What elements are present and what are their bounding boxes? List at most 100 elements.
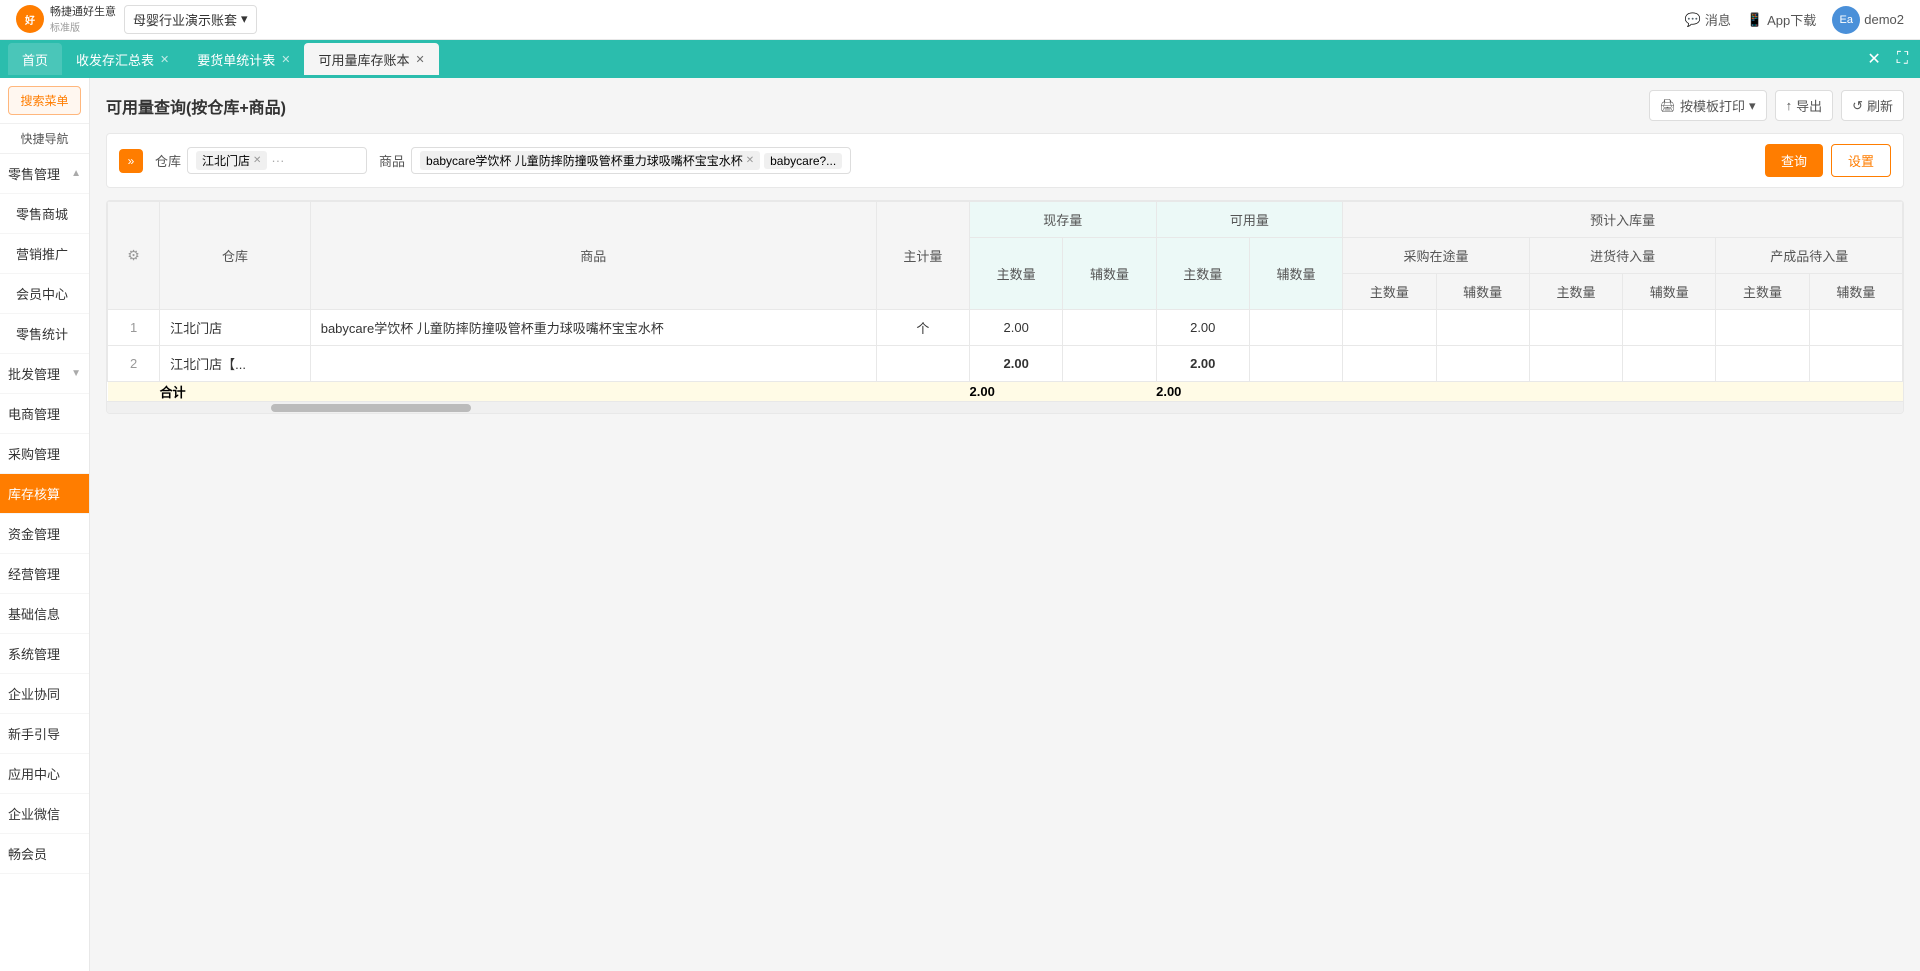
sidebar-item-system[interactable]: 系统管理 xyxy=(0,634,89,674)
top-bar: 好 畅捷通好生意 标准版 母婴行业演示账套 ▾ 💬 消息 📱 App下载 Ea … xyxy=(0,0,1920,40)
sidebar-item-retail-stats[interactable]: 零售统计 xyxy=(0,314,89,354)
row-2-current-aux xyxy=(1063,346,1156,382)
sidebar-item-inventory[interactable]: 库存核算 xyxy=(0,474,89,514)
sidebar-item-operations[interactable]: 经营管理 xyxy=(0,554,89,594)
warehouse-tag-close[interactable]: ✕ xyxy=(253,155,261,166)
sidebar-item-enterprise-label: 企业协同 xyxy=(8,684,60,703)
footer-p1 xyxy=(1343,382,1436,402)
sidebar-item-finance[interactable]: 资金管理 xyxy=(0,514,89,554)
print-label: 按模板打印 xyxy=(1680,96,1745,115)
row-2-purchase-main xyxy=(1343,346,1436,382)
warehouse-filter-input[interactable]: 江北门店 ✕ ··· xyxy=(187,147,367,174)
footer-available-main: 2.00 xyxy=(1156,382,1249,402)
app-download-btn[interactable]: 📱 App下载 xyxy=(1747,10,1816,29)
row-2-purchase-aux xyxy=(1436,346,1529,382)
th-gear[interactable]: ⚙ xyxy=(108,202,160,310)
query-btn[interactable]: 查询 xyxy=(1765,144,1823,177)
row-1-product-main xyxy=(1716,310,1809,346)
quick-nav-btn[interactable]: 快捷导航 xyxy=(0,124,89,154)
page-header: 可用量查询(按仓库+商品) 🖨 按模板打印 ▾ ↑ 导出 ↺ 刷新 xyxy=(106,90,1904,121)
row-1-incoming-main xyxy=(1529,310,1622,346)
th-product-aux: 辅数量 xyxy=(1809,274,1902,310)
sidebar-item-ecommerce[interactable]: 电商管理 xyxy=(0,394,89,434)
row-2-warehouse: 江北门店【... xyxy=(160,346,311,382)
message-btn[interactable]: 💬 消息 xyxy=(1685,10,1731,29)
row-1-product: babycare学饮杯 儿童防摔防撞吸管杯重力球吸嘴杯宝宝水杯 xyxy=(310,310,876,346)
page-actions: 🖨 按模板打印 ▾ ↑ 导出 ↺ 刷新 xyxy=(1649,90,1905,121)
tab-order-stats-label: 要货单统计表 xyxy=(197,50,275,69)
sidebar-item-member[interactable]: 会员中心 xyxy=(0,274,89,314)
account-name: 母婴行业演示账套 xyxy=(133,10,237,29)
user-area[interactable]: Ea demo2 xyxy=(1832,6,1904,34)
sidebar-item-retail[interactable]: 零售管理 ▲ xyxy=(0,154,89,194)
row-1-product-aux xyxy=(1809,310,1902,346)
warehouse-tag-value: 江北门店 xyxy=(202,152,250,169)
sidebar-item-apps[interactable]: 应用中心 xyxy=(0,754,89,794)
logo-area: 好 畅捷通好生意 标准版 xyxy=(16,5,116,34)
sidebar-item-member-label: 会员中心 xyxy=(16,284,68,303)
chevron-down-icon-print: ▾ xyxy=(1749,98,1756,114)
sidebar-item-retail-stats-label: 零售统计 xyxy=(16,324,68,343)
th-product: 商品 xyxy=(310,202,876,310)
sidebar: 搜索菜单 快捷导航 零售管理 ▲ 零售商城 营销推广 会员中心 零售统计 批发管… xyxy=(0,78,90,971)
export-btn[interactable]: ↑ 导出 xyxy=(1775,90,1834,121)
th-product-incoming: 产成品待入量 xyxy=(1716,238,1903,274)
sidebar-item-basics[interactable]: 基础信息 xyxy=(0,594,89,634)
setting-btn[interactable]: 设置 xyxy=(1831,144,1891,177)
chevron-down-icon: ▾ xyxy=(241,11,248,27)
sidebar-item-vip[interactable]: 畅会员 xyxy=(0,834,89,874)
logo-text-block: 畅捷通好生意 标准版 xyxy=(50,5,116,34)
row-1-current-main: 2.00 xyxy=(970,310,1063,346)
sidebar-item-finance-label: 资金管理 xyxy=(8,524,60,543)
th-purchase-in-transit: 采购在途量 xyxy=(1343,238,1530,274)
sidebar-item-enterprise[interactable]: 企业协同 xyxy=(0,674,89,714)
app-icon: 📱 xyxy=(1747,12,1763,28)
tab-available-stock-close[interactable]: ✕ xyxy=(416,53,425,66)
horizontal-scrollbar[interactable] xyxy=(107,401,1903,413)
tab-available-stock[interactable]: 可用量库存账本 ✕ xyxy=(304,43,438,75)
row-1-purchase-aux xyxy=(1436,310,1529,346)
row-1-available-aux xyxy=(1249,310,1342,346)
tab-order-stats-close[interactable]: ✕ xyxy=(281,53,290,66)
message-label: 消息 xyxy=(1705,10,1731,29)
sidebar-item-purchase[interactable]: 采购管理 xyxy=(0,434,89,474)
tab-income-expense-close[interactable]: ✕ xyxy=(160,53,169,66)
sidebar-item-retail-mall[interactable]: 零售商城 xyxy=(0,194,89,234)
row-2-incoming-aux xyxy=(1623,346,1716,382)
table-footer-row: 合计 2.00 2.00 xyxy=(108,382,1903,402)
app-download-label: App下载 xyxy=(1767,10,1816,29)
maximize-icon[interactable]: ⛶ xyxy=(1893,46,1912,72)
th-purchase-aux: 辅数量 xyxy=(1436,274,1529,310)
filter-expand-btn[interactable]: » xyxy=(119,149,143,173)
sidebar-item-wholesale[interactable]: 批发管理 ▼ xyxy=(0,354,89,394)
sidebar-item-enterprise-wechat[interactable]: 企业微信 xyxy=(0,794,89,834)
scroll-thumb[interactable] xyxy=(271,404,471,412)
th-available-main: 主数量 xyxy=(1156,238,1249,310)
print-icon: 🖨 xyxy=(1660,98,1677,114)
footer-available-aux xyxy=(1249,382,1342,402)
chevron-down-icon-wholesale: ▼ xyxy=(71,368,81,379)
refresh-btn[interactable]: ↺ 刷新 xyxy=(1841,90,1904,121)
close-window-icon[interactable]: ✕ xyxy=(1863,45,1884,73)
row-1-num: 1 xyxy=(108,310,160,346)
row-2-product xyxy=(310,346,876,382)
search-menu-btn[interactable]: 搜索菜单 xyxy=(8,86,81,115)
sidebar-item-newbie[interactable]: 新手引导 xyxy=(0,714,89,754)
tab-home[interactable]: 首页 xyxy=(8,43,62,75)
nav-tabs: 首页 收发存汇总表 ✕ 要货单统计表 ✕ 可用量库存账本 ✕ ✕ ⛶ xyxy=(0,40,1920,78)
table-row: 2 江北门店【... 2.00 2.00 xyxy=(108,346,1903,382)
product-tag-1-close[interactable]: ✕ xyxy=(746,155,754,166)
row-1-incoming-aux xyxy=(1623,310,1716,346)
th-incoming: 进货待入量 xyxy=(1529,238,1716,274)
sidebar-search-area: 搜索菜单 xyxy=(0,78,89,124)
sidebar-item-marketing[interactable]: 营销推广 xyxy=(0,234,89,274)
account-selector[interactable]: 母婴行业演示账套 ▾ xyxy=(124,5,257,34)
avatar: Ea xyxy=(1832,6,1860,34)
product-filter-group: 商品 babycare学饮杯 儿童防摔防撞吸管杯重力球吸嘴杯宝宝水杯 ✕ bab… xyxy=(379,147,851,174)
print-btn[interactable]: 🖨 按模板打印 ▾ xyxy=(1649,90,1767,121)
sidebar-item-system-label: 系统管理 xyxy=(8,644,60,663)
tab-income-expense[interactable]: 收发存汇总表 ✕ xyxy=(62,43,183,75)
footer-p6 xyxy=(1809,382,1902,402)
tab-order-stats[interactable]: 要货单统计表 ✕ xyxy=(183,43,304,75)
product-filter-input[interactable]: babycare学饮杯 儿童防摔防撞吸管杯重力球吸嘴杯宝宝水杯 ✕ babyca… xyxy=(411,147,851,174)
